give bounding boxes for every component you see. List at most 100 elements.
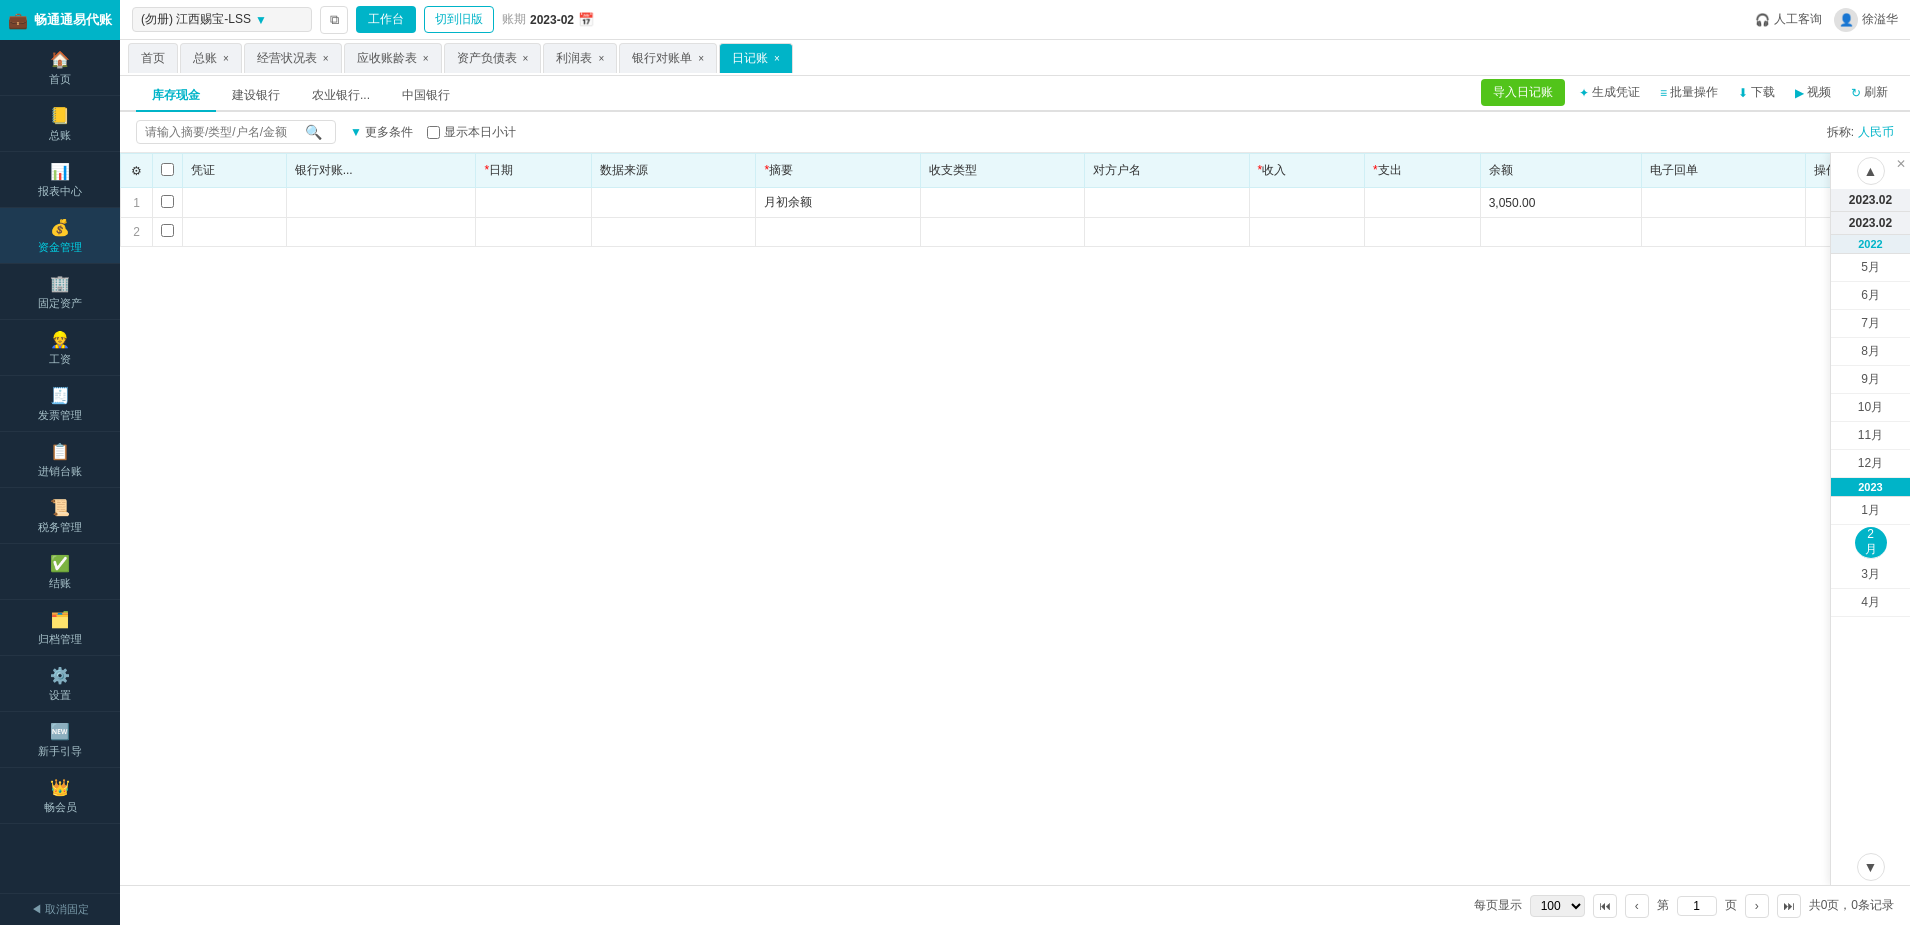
tab-journal[interactable]: 日记账 × — [719, 43, 793, 73]
col-balance: 余额 — [1480, 154, 1641, 188]
sub-tab-constr-bank[interactable]: 建设银行 — [216, 81, 296, 112]
month-item-3-2023[interactable]: 3月 — [1831, 561, 1910, 589]
month-item-8[interactable]: 8月 — [1831, 338, 1910, 366]
row-bank-match — [286, 218, 476, 247]
row-checkbox-cell[interactable] — [153, 218, 183, 247]
sidebar-item-member[interactable]: 👑 畅会员 — [0, 768, 120, 824]
month-item-11[interactable]: 11月 — [1831, 422, 1910, 450]
workbench-button[interactable]: 工作台 — [356, 6, 416, 33]
sidebar-footer[interactable]: ◀ 取消固定 — [0, 893, 120, 925]
sub-tab-cash[interactable]: 库存现金 — [136, 81, 216, 112]
refresh-label: 刷新 — [1864, 84, 1888, 101]
row-summary: 月初余额 — [756, 188, 920, 218]
header-left: (勿册) 江西赐宝-LSS ▼ ⧉ 工作台 切到旧版 账期 2023-02 📅 — [132, 6, 594, 34]
date-nav-up-button[interactable]: ▲ — [1857, 157, 1885, 185]
tab-business-close-icon[interactable]: × — [323, 53, 329, 64]
sidebar-item-saleled[interactable]: 📋 进销台账 — [0, 432, 120, 488]
sidebar-item-label: 进销台账 — [38, 464, 82, 479]
tab-business[interactable]: 经营状况表 × — [244, 43, 342, 73]
month-item-1-2023[interactable]: 1月 — [1831, 497, 1910, 525]
sidebar-item-archive[interactable]: 🗂️ 归档管理 — [0, 600, 120, 656]
tab-asset-liab[interactable]: 资产负债表 × — [444, 43, 542, 73]
video-button[interactable]: ▶ 视频 — [1789, 81, 1837, 104]
human-service[interactable]: 🎧 人工客询 — [1755, 11, 1822, 28]
sidebar-item-ledger[interactable]: 📒 总账 — [0, 96, 120, 152]
sidebar-item-settings[interactable]: ⚙️ 设置 — [0, 656, 120, 712]
last-page-button[interactable]: ⏭ — [1777, 894, 1801, 918]
month-item-2-2023[interactable]: 2月 — [1855, 527, 1887, 559]
page-size-select[interactable]: 100 50 200 — [1530, 895, 1585, 917]
report-icon: 📊 — [50, 162, 70, 181]
col-income: *收入 — [1249, 154, 1365, 188]
main-content: (勿册) 江西赐宝-LSS ▼ ⧉ 工作台 切到旧版 账期 2023-02 📅 — [120, 0, 1910, 925]
tab-profit-close-icon[interactable]: × — [598, 53, 604, 64]
tab-receivable[interactable]: 应收账龄表 × — [344, 43, 442, 73]
tab-bar: 首页 总账 × 经营状况表 × 应收账龄表 × 资产负债表 × 利润表 × — [120, 40, 1910, 76]
sidebar-item-settle[interactable]: ✅ 结账 — [0, 544, 120, 600]
sidebar-item-invoice[interactable]: 🧾 发票管理 — [0, 376, 120, 432]
row-checkbox[interactable] — [161, 224, 174, 237]
tab-home[interactable]: 首页 — [128, 43, 178, 73]
prev-page-button[interactable]: ‹ — [1625, 894, 1649, 918]
copy-button[interactable]: ⧉ — [320, 6, 348, 34]
month-item-7[interactable]: 7月 — [1831, 310, 1910, 338]
tab-profit[interactable]: 利润表 × — [543, 43, 617, 73]
tab-ledger[interactable]: 总账 × — [180, 43, 242, 73]
sidebar-item-guide[interactable]: 🆕 新手引导 — [0, 712, 120, 768]
tab-journal-close-icon[interactable]: × — [774, 53, 780, 64]
month-item-5[interactable]: 5月 — [1831, 254, 1910, 282]
sidebar-item-label: 税务管理 — [38, 520, 82, 535]
back-to-old-button[interactable]: 切到旧版 — [424, 6, 494, 33]
sub-tab-china-bank[interactable]: 中国银行 — [386, 81, 466, 112]
col-checkbox[interactable] — [153, 154, 183, 188]
page-number-input[interactable] — [1677, 896, 1717, 916]
row-checkbox[interactable] — [161, 195, 174, 208]
filter-button[interactable]: ▼ 更多条件 — [344, 121, 419, 144]
show-daily-checkbox-wrap[interactable]: 显示本日小计 — [427, 124, 516, 141]
filter-label: 更多条件 — [365, 124, 413, 141]
sidebar-item-wage[interactable]: 👷 工资 — [0, 320, 120, 376]
sidebar-item-home[interactable]: 🏠 首页 — [0, 40, 120, 96]
col-other-name: 对方户名 — [1085, 154, 1249, 188]
col-settings[interactable]: ⚙ — [121, 154, 153, 188]
show-daily-checkbox[interactable] — [427, 126, 440, 139]
sidebar-item-fund[interactable]: 💰 资金管理 — [0, 208, 120, 264]
gen-voucher-button[interactable]: ✦ 生成凭证 — [1573, 81, 1646, 104]
refresh-button[interactable]: ↻ 刷新 — [1845, 81, 1894, 104]
import-journal-button[interactable]: 导入日记账 — [1481, 79, 1565, 106]
row-other-name — [1085, 188, 1249, 218]
sidebar-item-report[interactable]: 📊 报表中心 — [0, 152, 120, 208]
sidebar-item-tax[interactable]: 📜 税务管理 — [0, 488, 120, 544]
gen-voucher-icon: ✦ — [1579, 86, 1589, 100]
sub-tab-agri-bank[interactable]: 农业银行... — [296, 81, 386, 112]
company-selector[interactable]: (勿册) 江西赐宝-LSS ▼ — [132, 7, 312, 32]
month-item-9[interactable]: 9月 — [1831, 366, 1910, 394]
sidebar-item-asset[interactable]: 🏢 固定资产 — [0, 264, 120, 320]
tab-ledger-close-icon[interactable]: × — [223, 53, 229, 64]
tab-bank-rec[interactable]: 银行对账单 × — [619, 43, 717, 73]
search-icon[interactable]: 🔍 — [305, 124, 322, 140]
calendar-icon[interactable]: 📅 — [578, 12, 594, 27]
table-wrap: ⚙ 凭证 银行对账... *日期 数据来源 *摘要 收支类型 对方户名 *收入 — [120, 153, 1910, 885]
row-balance: 3,050.00 — [1480, 188, 1641, 218]
date-panel-close-icon[interactable]: ✕ — [1896, 157, 1906, 171]
month-item-6[interactable]: 6月 — [1831, 282, 1910, 310]
select-all-checkbox[interactable] — [161, 163, 174, 176]
sidebar-item-label: 畅会员 — [44, 800, 77, 815]
month-item-12[interactable]: 12月 — [1831, 450, 1910, 478]
month-item-4-2023[interactable]: 4月 — [1831, 589, 1910, 617]
row-source — [591, 188, 755, 218]
month-item-10[interactable]: 10月 — [1831, 394, 1910, 422]
copy-icon: ⧉ — [330, 12, 339, 28]
date-nav-down-button[interactable]: ▼ — [1857, 853, 1885, 881]
batch-op-button[interactable]: ≡ 批量操作 — [1654, 81, 1724, 104]
tab-bank-rec-close-icon[interactable]: × — [698, 53, 704, 64]
first-page-button[interactable]: ⏮ — [1593, 894, 1617, 918]
tab-asset-liab-close-icon[interactable]: × — [523, 53, 529, 64]
row-checkbox-cell[interactable] — [153, 188, 183, 218]
next-page-button[interactable]: › — [1745, 894, 1769, 918]
user-profile[interactable]: 👤 徐溢华 — [1834, 8, 1898, 32]
search-input[interactable] — [145, 125, 305, 139]
download-button[interactable]: ⬇ 下载 — [1732, 81, 1781, 104]
tab-receivable-close-icon[interactable]: × — [423, 53, 429, 64]
